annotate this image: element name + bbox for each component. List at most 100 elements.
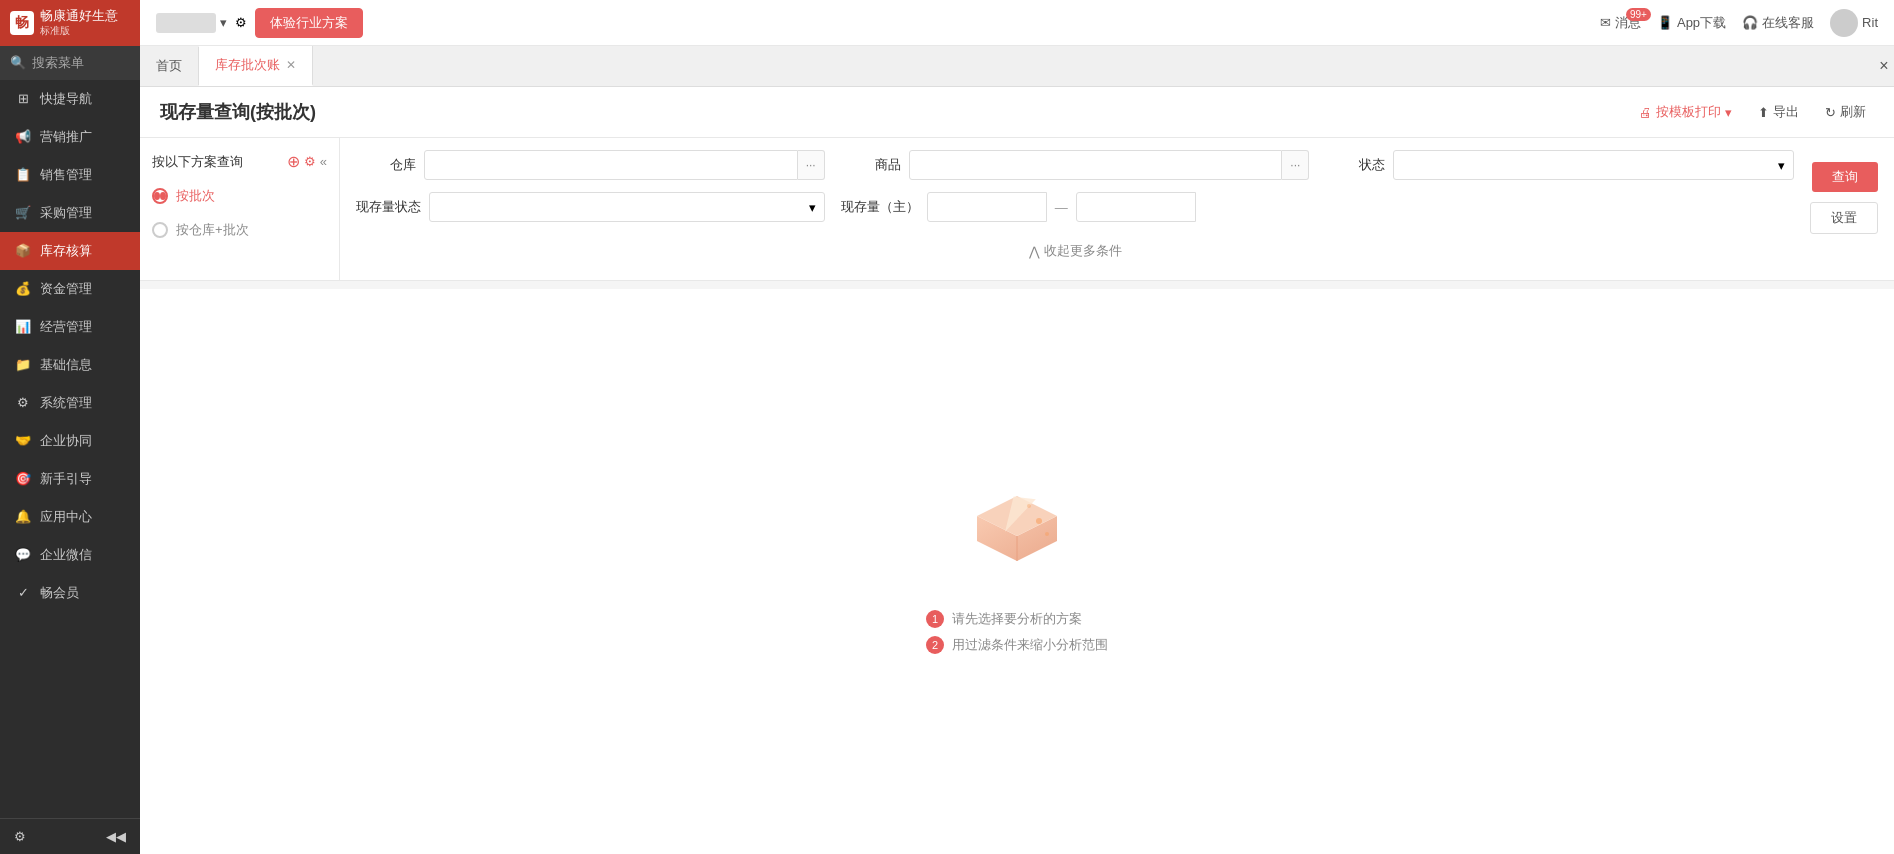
stock-qty-dash: — bbox=[1055, 200, 1068, 215]
basic-icon: 📁 bbox=[14, 356, 32, 374]
member-icon: ✓ bbox=[14, 584, 32, 602]
sidebar-item-inventory[interactable]: 📦 库存核算 bbox=[0, 232, 140, 270]
nav-label-purchase: 采购管理 bbox=[40, 204, 92, 222]
sidebar-item-purchase[interactable]: 🛒 采购管理 bbox=[0, 194, 140, 232]
nav-label-inventory: 库存核算 bbox=[40, 242, 92, 260]
app-logo: 畅 bbox=[10, 11, 34, 35]
svg-point-4 bbox=[1036, 518, 1042, 524]
filter-group-stock-status: 现存量状态 ▾ bbox=[356, 192, 825, 222]
app-download-item[interactable]: 📱 App下载 bbox=[1657, 14, 1726, 32]
scheme-item-batch[interactable]: 按批次 bbox=[140, 179, 339, 213]
topbar-dropdown[interactable]: ▾ bbox=[156, 13, 227, 33]
product-input-group: ··· bbox=[909, 150, 1310, 180]
nav-label-member: 畅会员 bbox=[40, 584, 79, 602]
nav-label-operation: 经营管理 bbox=[40, 318, 92, 336]
export-btn[interactable]: ⬆ 导出 bbox=[1750, 99, 1807, 125]
sidebar-item-basic[interactable]: 📁 基础信息 bbox=[0, 346, 140, 384]
search-menu[interactable]: 🔍 搜索菜单 bbox=[0, 46, 140, 80]
filter-group-stock-qty: 现存量（主） — bbox=[841, 192, 1310, 222]
sidebar-item-wechat[interactable]: 💬 企业微信 bbox=[0, 536, 140, 574]
sidebar-item-corp[interactable]: 🤝 企业协同 bbox=[0, 422, 140, 460]
sidebar: 畅 畅康通好生意 标准版 🔍 搜索菜单 ⊞ 快捷导航 📢 营销推广 📋 销售管理… bbox=[0, 0, 140, 854]
sales-icon: 📋 bbox=[14, 166, 32, 184]
product-label: 商品 bbox=[841, 156, 901, 174]
scheme-title: 按以下方案查询 bbox=[152, 153, 243, 171]
user-item[interactable]: Rit bbox=[1830, 9, 1878, 37]
refresh-btn[interactable]: ↻ 刷新 bbox=[1817, 99, 1874, 125]
tab-close-icon[interactable]: ✕ bbox=[286, 58, 296, 72]
service-icon: 🎧 bbox=[1742, 15, 1758, 30]
nav-label-corp: 企业协同 bbox=[40, 432, 92, 450]
search-label: 搜索菜单 bbox=[32, 54, 84, 72]
hint-item-1: 1 请先选择要分析的方案 bbox=[926, 606, 1108, 632]
tab-home[interactable]: 首页 bbox=[140, 47, 199, 85]
settings-btn[interactable]: 设置 bbox=[1810, 202, 1878, 234]
settings-icon[interactable]: ⚙ bbox=[14, 829, 26, 844]
quick-icon: ⊞ bbox=[14, 90, 32, 108]
sidebar-item-system[interactable]: ⚙ 系统管理 bbox=[0, 384, 140, 422]
collapse-schemes-icon[interactable]: « bbox=[320, 154, 327, 169]
topbar-settings-icon[interactable]: ⚙ bbox=[235, 15, 247, 30]
status-select[interactable]: ▾ bbox=[1393, 150, 1794, 180]
panel-close-btn[interactable]: × bbox=[1874, 56, 1894, 76]
product-more-btn[interactable]: ··· bbox=[1282, 150, 1309, 180]
sidebar-item-sales[interactable]: 📋 销售管理 bbox=[0, 156, 140, 194]
scheme-header: 按以下方案查询 ⊕ ⚙ « bbox=[140, 148, 339, 179]
content-area: 现存量查询(按批次) 🖨 按模板打印 ▾ ⬆ 导出 ↻ 刷新 bbox=[140, 87, 1894, 854]
query-btn[interactable]: 查询 bbox=[1812, 162, 1878, 192]
product-input[interactable] bbox=[909, 150, 1283, 180]
stock-status-label: 现存量状态 bbox=[356, 198, 421, 216]
scheme-radio-batch bbox=[152, 188, 168, 204]
warehouse-input-group: ··· bbox=[424, 150, 825, 180]
collapse-row[interactable]: ⋀ 收起更多条件 bbox=[356, 234, 1794, 268]
hint-item-2: 2 用过滤条件来缩小分析范围 bbox=[926, 632, 1108, 658]
collapse-up-icon: ⋀ bbox=[1029, 244, 1040, 259]
purchase-icon: 🛒 bbox=[14, 204, 32, 222]
stock-status-select[interactable]: ▾ bbox=[429, 192, 825, 222]
tabs-bar: 首页 库存批次账 ✕ × bbox=[140, 46, 1894, 87]
tab-batch[interactable]: 库存批次账 ✕ bbox=[199, 46, 313, 86]
sidebar-nav: ⊞ 快捷导航 📢 营销推广 📋 销售管理 🛒 采购管理 📦 库存核算 💰 资金管… bbox=[0, 80, 140, 818]
collapse-icon[interactable]: ◀◀ bbox=[106, 829, 126, 844]
sidebar-item-marketing[interactable]: 📢 营销推广 bbox=[0, 118, 140, 156]
apps-icon: 🔔 bbox=[14, 508, 32, 526]
online-service-item[interactable]: 🎧 在线客服 bbox=[1742, 14, 1814, 32]
sidebar-item-operation[interactable]: 📊 经营管理 bbox=[0, 308, 140, 346]
print-chevron: ▾ bbox=[1725, 105, 1732, 120]
add-scheme-btn[interactable]: ⊕ bbox=[287, 152, 300, 171]
nav-label-wechat: 企业微信 bbox=[40, 546, 92, 564]
warehouse-input[interactable] bbox=[424, 150, 798, 180]
sidebar-item-quick[interactable]: ⊞ 快捷导航 bbox=[0, 80, 140, 118]
hint-num-1: 1 bbox=[926, 610, 944, 628]
warehouse-label: 仓库 bbox=[356, 156, 416, 174]
app-download-label: App下载 bbox=[1677, 14, 1726, 32]
messages-badge: 99+ bbox=[1626, 8, 1651, 21]
inventory-icon: 📦 bbox=[14, 242, 32, 260]
print-btn[interactable]: 🖨 按模板打印 ▾ bbox=[1631, 99, 1740, 125]
stock-qty-from[interactable] bbox=[927, 192, 1047, 222]
sidebar-item-guide[interactable]: 🎯 新手引导 bbox=[0, 460, 140, 498]
chevron-down-icon: ▾ bbox=[220, 15, 227, 30]
filter-row-1: 仓库 ··· 商品 ··· bbox=[356, 150, 1794, 180]
avatar bbox=[1830, 9, 1858, 37]
stock-qty-to[interactable] bbox=[1076, 192, 1196, 222]
nav-label-finance: 资金管理 bbox=[40, 280, 92, 298]
scheme-settings-icon[interactable]: ⚙ bbox=[304, 154, 316, 169]
print-icon: 🖨 bbox=[1639, 105, 1652, 120]
page-title: 现存量查询(按批次) bbox=[160, 100, 316, 124]
messages-item[interactable]: ✉ 消息 99+ bbox=[1600, 14, 1641, 32]
scheme-item-warehouse[interactable]: 按仓库+批次 bbox=[140, 213, 339, 247]
warehouse-more-btn[interactable]: ··· bbox=[798, 150, 825, 180]
filter-schemes: 按以下方案查询 ⊕ ⚙ « 按批次 按仓库+批次 bbox=[140, 138, 340, 280]
topbar: ▾ ⚙ 体验行业方案 ✉ 消息 99+ 📱 App下载 🎧 在线客服 Rit bbox=[140, 0, 1894, 46]
message-icon: ✉ bbox=[1600, 15, 1611, 30]
industry-btn[interactable]: 体验行业方案 bbox=[255, 8, 363, 38]
filter-panel: 按以下方案查询 ⊕ ⚙ « 按批次 按仓库+批次 bbox=[140, 138, 1894, 281]
empty-state: 1 请先选择要分析的方案 2 用过滤条件来缩小分析范围 bbox=[140, 289, 1894, 854]
sidebar-item-finance[interactable]: 💰 资金管理 bbox=[0, 270, 140, 308]
page-actions: 🖨 按模板打印 ▾ ⬆ 导出 ↻ 刷新 bbox=[1631, 99, 1874, 125]
sidebar-item-member[interactable]: ✓ 畅会员 bbox=[0, 574, 140, 612]
nav-label-guide: 新手引导 bbox=[40, 470, 92, 488]
scheme-radio-warehouse bbox=[152, 222, 168, 238]
sidebar-item-apps[interactable]: 🔔 应用中心 bbox=[0, 498, 140, 536]
